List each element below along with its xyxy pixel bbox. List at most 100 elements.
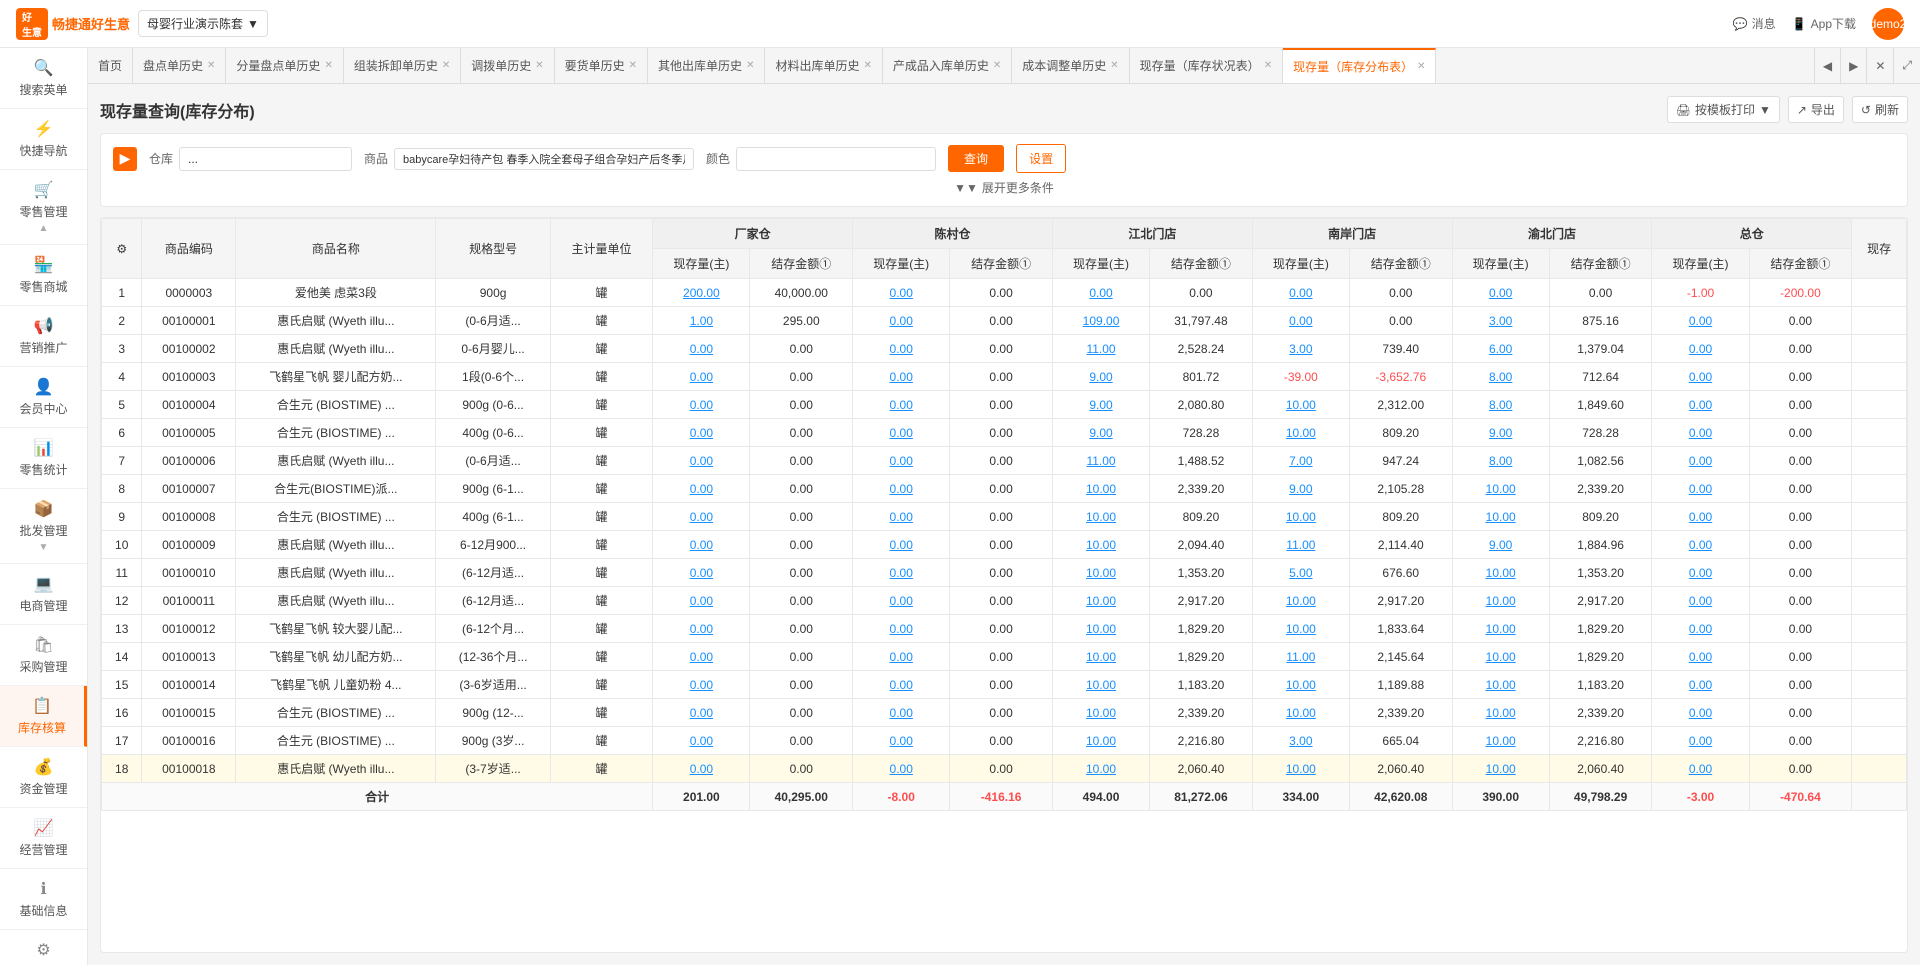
search-area: ▶ 仓库 商品 颜色 查询 设置 ▼▼ 展开更多 bbox=[100, 133, 1908, 207]
tab-close-icon[interactable]: ✕ bbox=[442, 60, 450, 71]
tab-close-icon[interactable]: ✕ bbox=[324, 60, 332, 71]
tab-close-icon[interactable]: ✕ bbox=[1264, 60, 1272, 71]
industry-label: 母婴行业演示陈套 bbox=[147, 15, 243, 32]
sidebar-item-member[interactable]: 👤 会员中心 bbox=[0, 367, 87, 428]
color-input[interactable] bbox=[736, 147, 936, 171]
table-row: 900100008合生元 (BIOSTIME) ...400g (6-1...罐… bbox=[102, 503, 1907, 531]
sidebar-label-inventory: 库存核算 bbox=[18, 719, 66, 736]
page-title: 现存量查询(库存分布) bbox=[100, 98, 255, 122]
tab-cost-adjust[interactable]: 成本调整单历史 ✕ bbox=[1012, 48, 1129, 84]
sidebar-item-ecommerce[interactable]: 💻 电商管理 bbox=[0, 564, 87, 625]
tab-close-icon[interactable]: ✕ bbox=[746, 60, 754, 71]
search-toggle-btn[interactable]: ▶ bbox=[113, 147, 137, 171]
sidebar-item-inventory[interactable]: 📋 库存核算 bbox=[0, 686, 87, 747]
export-icon: ↗ bbox=[1797, 103, 1807, 117]
tab-stock-dist[interactable]: 现存量（库存分布表） ✕ bbox=[1283, 48, 1436, 84]
logo-icon: 好生意 bbox=[16, 8, 48, 40]
sidebar-item-retail-stats[interactable]: 📊 零售统计 bbox=[0, 428, 87, 489]
tab-close-icon[interactable]: ✕ bbox=[207, 60, 215, 71]
tab-nav-buttons: ◀ ▶ ✕ ⤢ bbox=[1814, 48, 1920, 84]
refresh-btn[interactable]: ↺ 刷新 bbox=[1852, 96, 1908, 123]
sidebar-item-marketing[interactable]: 📢 营销推广 bbox=[0, 306, 87, 367]
col-jiangbei-money: 结存金额① bbox=[1150, 249, 1253, 279]
expand-icon: ▼▼ bbox=[954, 181, 978, 195]
tab-stock-status[interactable]: 现存量（库存状况表） ✕ bbox=[1130, 48, 1283, 84]
color-field: 颜色 bbox=[706, 147, 936, 171]
tab-close-icon[interactable]: ✕ bbox=[1417, 61, 1425, 72]
ecommerce-icon: 💻 bbox=[34, 574, 54, 594]
expand-conditions-btn[interactable]: ▼▼ 展开更多条件 bbox=[954, 179, 1054, 196]
tab-close-icon[interactable]: ✕ bbox=[863, 60, 871, 71]
tab-assembly[interactable]: 组装拆卸单历史 ✕ bbox=[344, 48, 461, 84]
tab-close-icon[interactable]: ✕ bbox=[993, 60, 1001, 71]
tab-inventory-check[interactable]: 盘点单历史 ✕ bbox=[133, 48, 226, 84]
col-settings[interactable]: ⚙ bbox=[102, 219, 142, 279]
tab-close-icon[interactable]: ✕ bbox=[1110, 60, 1118, 71]
tab-product-in[interactable]: 产成品入库单历史 ✕ bbox=[883, 48, 1012, 84]
col-group-zongcang: 总仓 bbox=[1652, 219, 1852, 249]
footer-jiangbei-cur: 494.00 bbox=[1052, 783, 1149, 811]
query-btn[interactable]: 查询 bbox=[948, 145, 1004, 172]
tab-expand-btn[interactable]: ⤢ bbox=[1893, 48, 1920, 84]
tab-transfer[interactable]: 调拨单历史 ✕ bbox=[461, 48, 554, 84]
app-download-label: App下载 bbox=[1811, 15, 1856, 32]
sidebar-item-purchase[interactable]: 🛍 采购管理 bbox=[0, 625, 87, 686]
avatar[interactable]: demo2 bbox=[1872, 8, 1904, 40]
sidebar-item-search[interactable]: 🔍 搜索英单 bbox=[0, 48, 87, 109]
tab-partial-check[interactable]: 分量盘点单历史 ✕ bbox=[226, 48, 343, 84]
col-group-nangan: 南岸门店 bbox=[1252, 219, 1452, 249]
tab-inventory-check-label: 盘点单历史 bbox=[143, 57, 203, 74]
member-icon: 👤 bbox=[34, 377, 54, 397]
tab-home[interactable]: 首页 bbox=[88, 48, 133, 84]
industry-select[interactable]: 母婴行业演示陈套 ▼ bbox=[138, 10, 268, 37]
footer-zongcang-money: -470.64 bbox=[1749, 783, 1852, 811]
sidebar-item-retail-mgmt[interactable]: 🛒 零售管理 ▲ bbox=[0, 170, 87, 245]
tab-stock-status-label: 现存量（库存状况表） bbox=[1140, 57, 1260, 74]
table-row: 200100001惠氏启赋 (Wyeth illu...(0-6月适...罐1.… bbox=[102, 307, 1907, 335]
sidebar-item-basic-info[interactable]: ℹ 基础信息 bbox=[0, 869, 87, 930]
tab-close-icon[interactable]: ✕ bbox=[535, 60, 543, 71]
table-row: 1000100009惠氏启赋 (Wyeth illu...6-12月900...… bbox=[102, 531, 1907, 559]
footer-changjiacao-cur: 201.00 bbox=[653, 783, 750, 811]
footer-label: 合计 bbox=[102, 783, 653, 811]
retail-arrow-icon: ▲ bbox=[39, 223, 49, 234]
print-label: 按模板打印 bbox=[1695, 101, 1755, 118]
footer-changjiacao-money: 40,295.00 bbox=[750, 783, 853, 811]
tab-close-all-btn[interactable]: ✕ bbox=[1866, 48, 1893, 84]
export-label: 导出 bbox=[1811, 101, 1835, 118]
sidebar-item-mall[interactable]: 🏪 零售商城 bbox=[0, 245, 87, 306]
system-icon: ⚙ bbox=[36, 940, 50, 960]
settings-btn[interactable]: 设置 bbox=[1016, 144, 1066, 173]
sidebar-label-retail: 零售管理 bbox=[19, 203, 67, 220]
goods-input[interactable] bbox=[394, 148, 694, 170]
sidebar-item-system[interactable]: ⚙ 系统管理 bbox=[0, 930, 87, 965]
tab-other-out[interactable]: 其他出库单历史 ✕ bbox=[648, 48, 765, 84]
main-content: 现存量查询(库存分布) 🖨 按模板打印 ▼ ↗ 导出 ↺ 刷新 bbox=[88, 84, 1920, 965]
export-btn[interactable]: ↗ 导出 bbox=[1788, 96, 1844, 123]
info-icon: ℹ bbox=[40, 879, 46, 899]
tab-order-label: 要货单历史 bbox=[565, 57, 625, 74]
tab-material-out[interactable]: 材料出库单历史 ✕ bbox=[765, 48, 882, 84]
message-btn[interactable]: 💬 消息 bbox=[1733, 15, 1776, 32]
col-group-chencun: 陈村仓 bbox=[853, 219, 1053, 249]
app-download-btn[interactable]: 📱 App下载 bbox=[1792, 15, 1856, 32]
print-btn[interactable]: 🖨 按模板打印 ▼ bbox=[1667, 96, 1780, 123]
warehouse-input[interactable] bbox=[179, 147, 352, 171]
col-zongcang-money: 结存金额① bbox=[1749, 249, 1852, 279]
avatar-text: demo2 bbox=[1870, 17, 1907, 31]
table-row: 1700100016合生元 (BIOSTIME) ...900g (3岁...罐… bbox=[102, 727, 1907, 755]
tab-close-icon[interactable]: ✕ bbox=[629, 60, 637, 71]
tab-prev-btn[interactable]: ◀ bbox=[1814, 48, 1840, 84]
tab-next-btn[interactable]: ▶ bbox=[1840, 48, 1866, 84]
col-chencun-money: 结存金额① bbox=[950, 249, 1053, 279]
tab-order[interactable]: 要货单历史 ✕ bbox=[555, 48, 648, 84]
sidebar-item-wholesale[interactable]: 📦 批发管理 ▼ bbox=[0, 489, 87, 564]
chevron-down-icon: ▼ bbox=[1759, 103, 1771, 117]
sidebar-item-operations[interactable]: 📈 经营管理 bbox=[0, 808, 87, 869]
table-row: 500100004合生元 (BIOSTIME) ...900g (0-6...罐… bbox=[102, 391, 1907, 419]
footer-yubei-money: 49,798.29 bbox=[1549, 783, 1652, 811]
chevron-down-icon: ▼ bbox=[247, 17, 259, 31]
sidebar-item-finance[interactable]: 💰 资金管理 bbox=[0, 747, 87, 808]
sidebar-item-quick-nav[interactable]: ⚡ 快捷导航 bbox=[0, 109, 87, 170]
print-icon: 🖨 bbox=[1676, 103, 1691, 117]
